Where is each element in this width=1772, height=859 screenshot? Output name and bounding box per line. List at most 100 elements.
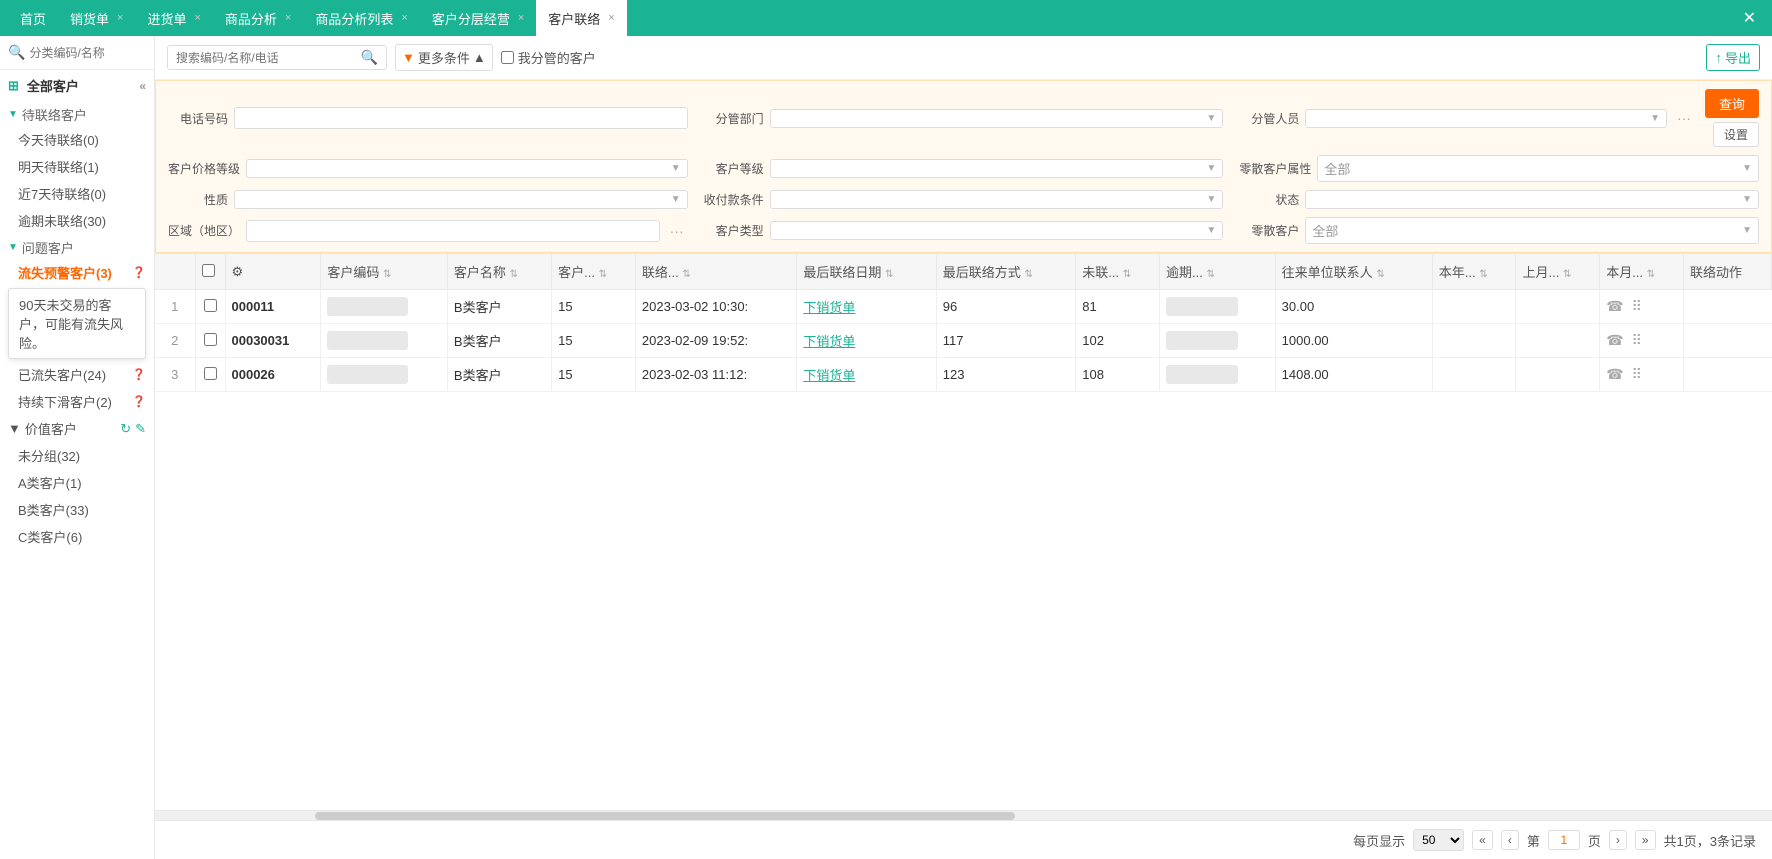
select-all-checkbox[interactable] (202, 264, 215, 277)
close-tab-purchase-order[interactable]: × (194, 12, 200, 24)
cell-check[interactable] (195, 358, 225, 392)
sidebar-item-class-c[interactable]: C类客户(6) (0, 523, 154, 550)
sidebar-item-lost-customers[interactable]: 已流失客户(24) ❓ (0, 361, 154, 388)
th-last-date[interactable]: 最后联络日期 ⇅ (797, 254, 936, 290)
horizontal-scrollbar-thumb[interactable] (315, 812, 1015, 820)
th-check[interactable] (195, 254, 225, 290)
row-checkbox-2[interactable] (204, 367, 217, 380)
sidebar-item-churn-warning[interactable]: 流失预警客户(3) ❓ (0, 259, 154, 286)
sidebar-group-value-customers[interactable]: ▼ 价值客户 ↻ ✎ (0, 415, 154, 442)
filter-select-payment[interactable]: ▼ (770, 190, 1224, 209)
horizontal-scrollbar[interactable] (155, 810, 1772, 820)
tab-customer-contact[interactable]: 客户联络 × (536, 0, 626, 36)
filter-select-nature[interactable]: ▼ (234, 190, 688, 209)
tab-sales-order[interactable]: 销货单 × (58, 0, 135, 36)
cell-last-way[interactable]: 下销货单 (797, 290, 936, 324)
row-checkbox-1[interactable] (204, 333, 217, 346)
my-customers-checkbox-label[interactable]: 我分管的客户 (501, 48, 596, 67)
filter-select-customer-level[interactable]: ▼ (770, 159, 1224, 178)
close-tab-product-analysis[interactable]: × (285, 12, 291, 24)
th-settings[interactable]: ⚙ (225, 254, 321, 290)
first-page-button[interactable]: « (1472, 830, 1493, 850)
close-tab-customer-contact[interactable]: × (608, 12, 614, 24)
tab-product-analysis-list[interactable]: 商品分析列表 × (303, 0, 419, 36)
cell-last-way[interactable]: 下销货单 (797, 324, 936, 358)
th-unit-contact[interactable]: 往来单位联系人 ⇅ (1275, 254, 1432, 290)
cell-overdue: 81 (1076, 290, 1160, 324)
more-action-icon[interactable]: ⠿ (1632, 332, 1642, 349)
page-size-select[interactable]: 50 20 100 (1413, 829, 1464, 851)
sidebar-item-tomorrow-contact[interactable]: 明天待联络(1) (0, 153, 154, 180)
last-page-button[interactable]: » (1635, 830, 1656, 850)
close-all-tabs-button[interactable]: ✕ (1735, 8, 1764, 28)
tab-product-analysis[interactable]: 商品分析 × (213, 0, 303, 36)
filter-input-phone[interactable] (234, 107, 688, 129)
filter-select-status[interactable]: ▼ (1305, 190, 1759, 209)
contact-icon[interactable]: ☎ (1606, 332, 1623, 349)
th-uncontact[interactable]: 未联... ⇅ (1076, 254, 1160, 290)
sidebar-search-icon[interactable]: 🔍 (8, 44, 25, 61)
search-icon-button[interactable]: 🔍 (361, 49, 378, 66)
more-action-icon[interactable]: ⠿ (1632, 298, 1642, 315)
filter-select-customer-type[interactable]: ▼ (770, 221, 1224, 240)
sort-icon-unit-contact: ⇅ (1376, 269, 1384, 280)
th-this-month[interactable]: 本月... ⇅ (1600, 254, 1684, 290)
filter-select-scatter-customer[interactable]: 全部 ▼ (1305, 217, 1759, 244)
th-last-month[interactable]: 上月... ⇅ (1516, 254, 1600, 290)
sidebar-item-today-contact[interactable]: 今天待联络(0) (0, 126, 154, 153)
filter-input-region[interactable] (246, 220, 660, 242)
cell-check[interactable] (195, 324, 225, 358)
cell-type: B类客户 (447, 358, 551, 392)
edit-icon[interactable]: ✎ (135, 421, 146, 437)
more-icon-manager[interactable]: ··· (1673, 110, 1695, 126)
filter-select-dept[interactable]: ▼ (770, 109, 1224, 128)
tab-purchase-order[interactable]: 进货单 × (135, 0, 212, 36)
settings-button[interactable]: 设置 (1713, 122, 1759, 147)
th-last-way[interactable]: 最后联络方式 ⇅ (936, 254, 1075, 290)
contact-icon[interactable]: ☎ (1606, 298, 1623, 315)
tab-home[interactable]: 首页 (8, 0, 58, 36)
sidebar-item-unclassified[interactable]: 未分组(32) (0, 442, 154, 469)
contact-icon[interactable]: ☎ (1606, 366, 1623, 383)
sidebar-all-customers[interactable]: ⊞ 全部客户 « (0, 70, 154, 101)
close-tab-product-analysis-list[interactable]: × (401, 12, 407, 24)
filter-select-price-level[interactable]: ▼ (246, 159, 688, 178)
page-number-input[interactable] (1548, 830, 1580, 850)
export-button[interactable]: ↑ 导出 (1706, 44, 1760, 71)
th-type[interactable]: 客户... ⇅ (552, 254, 636, 290)
row-checkbox-0[interactable] (204, 299, 217, 312)
tab-customer-tier[interactable]: 客户分层经营 × (420, 0, 536, 36)
search-input[interactable] (176, 51, 361, 65)
th-code[interactable]: 客户编码 ⇅ (321, 254, 448, 290)
cell-last-way[interactable]: 下销货单 (797, 358, 936, 392)
sidebar-item-declining-customers[interactable]: 持续下滑客户(2) ❓ (0, 388, 154, 415)
refresh-icon[interactable]: ↻ (120, 421, 131, 437)
close-tab-sales-order[interactable]: × (117, 12, 123, 24)
prev-page-button[interactable]: ‹ (1501, 830, 1519, 850)
sidebar-collapse-button[interactable]: « (139, 79, 146, 93)
total-pages-label: 共1页，3条记录 (1664, 831, 1756, 850)
more-action-icon[interactable]: ⠿ (1632, 366, 1642, 383)
my-customers-checkbox[interactable] (501, 51, 514, 64)
th-this-year[interactable]: 本年... ⇅ (1432, 254, 1516, 290)
sidebar-item-overdue-contact[interactable]: 逾期未联络(30) (0, 207, 154, 234)
sidebar-item-class-b[interactable]: B类客户(33) (0, 496, 154, 523)
more-conditions-button[interactable]: ▼ 更多条件 ▲ (395, 44, 493, 71)
th-contact[interactable]: 联络... ⇅ (635, 254, 796, 290)
th-overdue[interactable]: 逾期... ⇅ (1159, 254, 1275, 290)
customer-table: ⚙ 客户编码 ⇅ 客户名称 ⇅ 客户... ⇅ (155, 254, 1772, 392)
filter-select-scatter-attr[interactable]: 全部 ▼ (1317, 155, 1759, 182)
cell-num: 3 (155, 358, 195, 392)
filter-select-manager[interactable]: ▼ (1305, 109, 1667, 128)
sidebar-item-7day-contact[interactable]: 近7天待联络(0) (0, 180, 154, 207)
sidebar-group-pending-contact[interactable]: ▼ 待联络客户 (0, 101, 154, 126)
more-icon-region[interactable]: ··· (666, 223, 688, 239)
th-name[interactable]: 客户名称 ⇅ (447, 254, 551, 290)
sidebar-item-class-a[interactable]: A类客户(1) (0, 469, 154, 496)
sidebar-group-problem-customers[interactable]: ▼ 问题客户 (0, 234, 154, 259)
cell-check[interactable] (195, 290, 225, 324)
query-button[interactable]: 查询 (1705, 89, 1759, 118)
next-page-button[interactable]: › (1609, 830, 1627, 850)
sidebar-search-input[interactable] (29, 46, 155, 60)
close-tab-customer-tier[interactable]: × (518, 12, 524, 24)
